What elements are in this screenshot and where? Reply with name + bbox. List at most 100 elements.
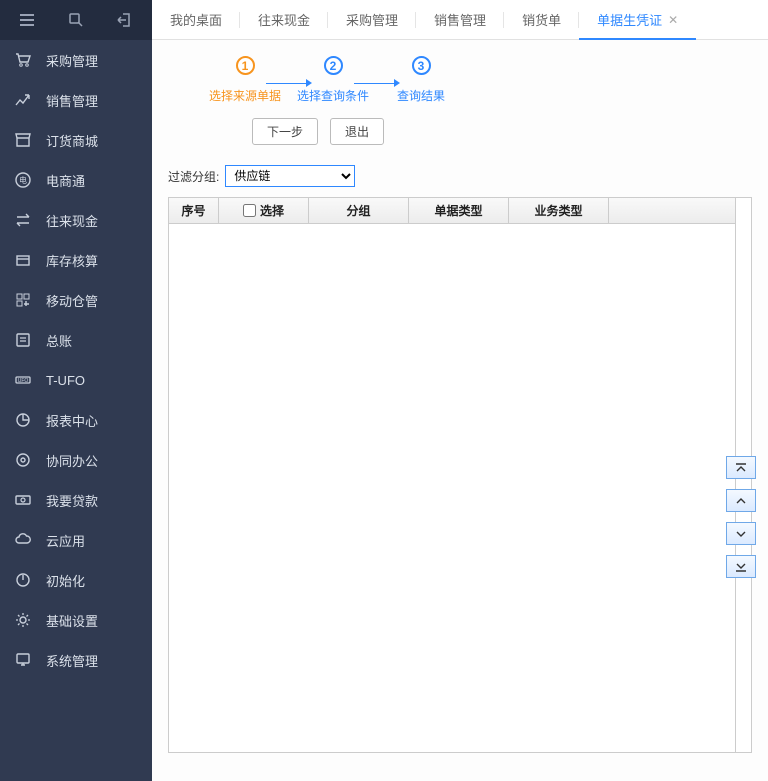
tab-label: 单据生凭证 [597, 10, 662, 29]
sidebar-item-label: 我要贷款 [46, 491, 98, 510]
th-biztype: 业务类型 [509, 198, 609, 223]
sidebar-item-label: T-UFO [46, 373, 85, 388]
step-label: 选择查询条件 [297, 87, 369, 104]
sidebar-item-label: 电商通 [46, 171, 85, 190]
sidebar-item-label: 协同办公 [46, 451, 98, 470]
inventory-icon [14, 251, 32, 269]
step-circle: 3 [412, 56, 431, 75]
power-icon [14, 571, 32, 589]
step-label: 查询结果 [397, 87, 445, 104]
sidebar-item-label: 云应用 [46, 531, 85, 550]
step-buttons: 下一步 退出 [152, 118, 768, 145]
sidebar-item-cloud[interactable]: 云应用 [0, 520, 152, 560]
sidebar-item-label: 移动仓管 [46, 291, 98, 310]
gear-icon [14, 611, 32, 629]
tab-label: 我的桌面 [170, 10, 222, 29]
logout-icon[interactable] [101, 0, 149, 40]
th-group: 分组 [309, 198, 409, 223]
move-bottom-button[interactable] [726, 555, 756, 578]
sidebar-item-mobilewh[interactable]: 移动仓管 [0, 280, 152, 320]
sidebar: 采购管理 销售管理 订货商城 电 电商通 往来现金 库存核算 移动仓管 总账 U… [0, 0, 152, 781]
step-label: 选择来源单据 [209, 87, 281, 104]
grid-icon [14, 291, 32, 309]
th-doctype: 单据类型 [409, 198, 509, 223]
sidebar-item-inventory[interactable]: 库存核算 [0, 240, 152, 280]
step-circle: 1 [236, 56, 255, 75]
sidebar-item-sales[interactable]: 销售管理 [0, 80, 152, 120]
tab-label: 销售管理 [434, 10, 486, 29]
sidebar-item-label: 总账 [46, 331, 72, 350]
sidebar-item-label: 销售管理 [46, 91, 98, 110]
tab-cash[interactable]: 往来现金 [240, 0, 328, 39]
menu-icon[interactable] [3, 0, 51, 40]
chart-up-icon [14, 91, 32, 109]
cloud-icon [14, 531, 32, 549]
sidebar-item-label: 报表中心 [46, 411, 98, 430]
filter-row: 过滤分组: 供应链 [152, 145, 768, 197]
target-icon [14, 451, 32, 469]
tab-bar: 我的桌面 往来现金 采购管理 销售管理 销货单 单据生凭证 ✕ [152, 0, 768, 40]
tab-purchase[interactable]: 采购管理 [328, 0, 416, 39]
th-select-label: 选择 [260, 202, 284, 219]
th-index: 序号 [169, 198, 219, 223]
steps: 1 选择来源单据 2 选择查询条件 3 查询结果 [152, 56, 768, 104]
sidebar-item-tufo[interactable]: UFO T-UFO [0, 360, 152, 400]
sidebar-item-label: 订货商城 [46, 131, 98, 150]
exchange-icon [14, 211, 32, 229]
select-all-checkbox[interactable] [243, 204, 256, 217]
move-down-button[interactable] [726, 522, 756, 545]
tab-label: 往来现金 [258, 10, 310, 29]
content: 1 选择来源单据 2 选择查询条件 3 查询结果 下一步 退出 过滤分组: 供应… [152, 40, 768, 781]
move-up-button[interactable] [726, 489, 756, 512]
sidebar-item-loan[interactable]: 我要贷款 [0, 480, 152, 520]
svg-text:电: 电 [19, 175, 27, 185]
table-header: 序号 选择 分组 单据类型 业务类型 [169, 198, 735, 224]
step-connector [266, 78, 312, 88]
sidebar-item-reports[interactable]: 报表中心 [0, 400, 152, 440]
monitor-icon [14, 651, 32, 669]
sidebar-item-label: 系统管理 [46, 651, 98, 670]
cart-icon [14, 51, 32, 69]
ledger-icon [14, 331, 32, 349]
ecom-icon: 电 [14, 171, 32, 189]
tab-label: 采购管理 [346, 10, 398, 29]
sidebar-item-collab[interactable]: 协同办公 [0, 440, 152, 480]
sidebar-item-ordermall[interactable]: 订货商城 [0, 120, 152, 160]
sidebar-item-ecom[interactable]: 电 电商通 [0, 160, 152, 200]
main: 我的桌面 往来现金 采购管理 销售管理 销货单 单据生凭证 ✕ 1 选择来源单据… [152, 0, 768, 781]
move-top-button[interactable] [726, 456, 756, 479]
pie-icon [14, 411, 32, 429]
sidebar-item-cash[interactable]: 往来现金 [0, 200, 152, 240]
svg-text:UFO: UFO [18, 378, 29, 384]
tab-salesorder[interactable]: 销货单 [504, 0, 579, 39]
next-button[interactable]: 下一步 [252, 118, 318, 145]
sidebar-item-label: 往来现金 [46, 211, 98, 230]
sidebar-item-label: 库存核算 [46, 251, 98, 270]
sidebar-item-sysmgmt[interactable]: 系统管理 [0, 640, 152, 680]
sidebar-item-basicset[interactable]: 基础设置 [0, 600, 152, 640]
tab-label: 销货单 [522, 10, 561, 29]
sidebar-topbar [0, 0, 152, 40]
tab-desktop[interactable]: 我的桌面 [152, 0, 240, 39]
tab-voucher[interactable]: 单据生凭证 ✕ [579, 0, 696, 39]
sidebar-item-label: 采购管理 [46, 51, 98, 70]
table-main: 序号 选择 分组 单据类型 业务类型 [169, 198, 735, 752]
close-icon[interactable]: ✕ [668, 13, 678, 27]
step-circle: 2 [324, 56, 343, 75]
sidebar-item-init[interactable]: 初始化 [0, 560, 152, 600]
search-icon[interactable] [52, 0, 100, 40]
table: 序号 选择 分组 单据类型 业务类型 [168, 197, 752, 753]
ufo-icon: UFO [14, 371, 32, 389]
th-select: 选择 [219, 198, 309, 223]
sidebar-item-ledger[interactable]: 总账 [0, 320, 152, 360]
sidebar-item-label: 基础设置 [46, 611, 98, 630]
step-connector [354, 78, 400, 88]
store-icon [14, 131, 32, 149]
sidebar-item-purchase[interactable]: 采购管理 [0, 40, 152, 80]
sidebar-item-label: 初始化 [46, 571, 85, 590]
reorder-buttons [726, 456, 756, 578]
exit-button[interactable]: 退出 [330, 118, 384, 145]
tab-sales[interactable]: 销售管理 [416, 0, 504, 39]
filter-label: 过滤分组: [168, 168, 219, 185]
filter-group-select[interactable]: 供应链 [225, 165, 355, 187]
